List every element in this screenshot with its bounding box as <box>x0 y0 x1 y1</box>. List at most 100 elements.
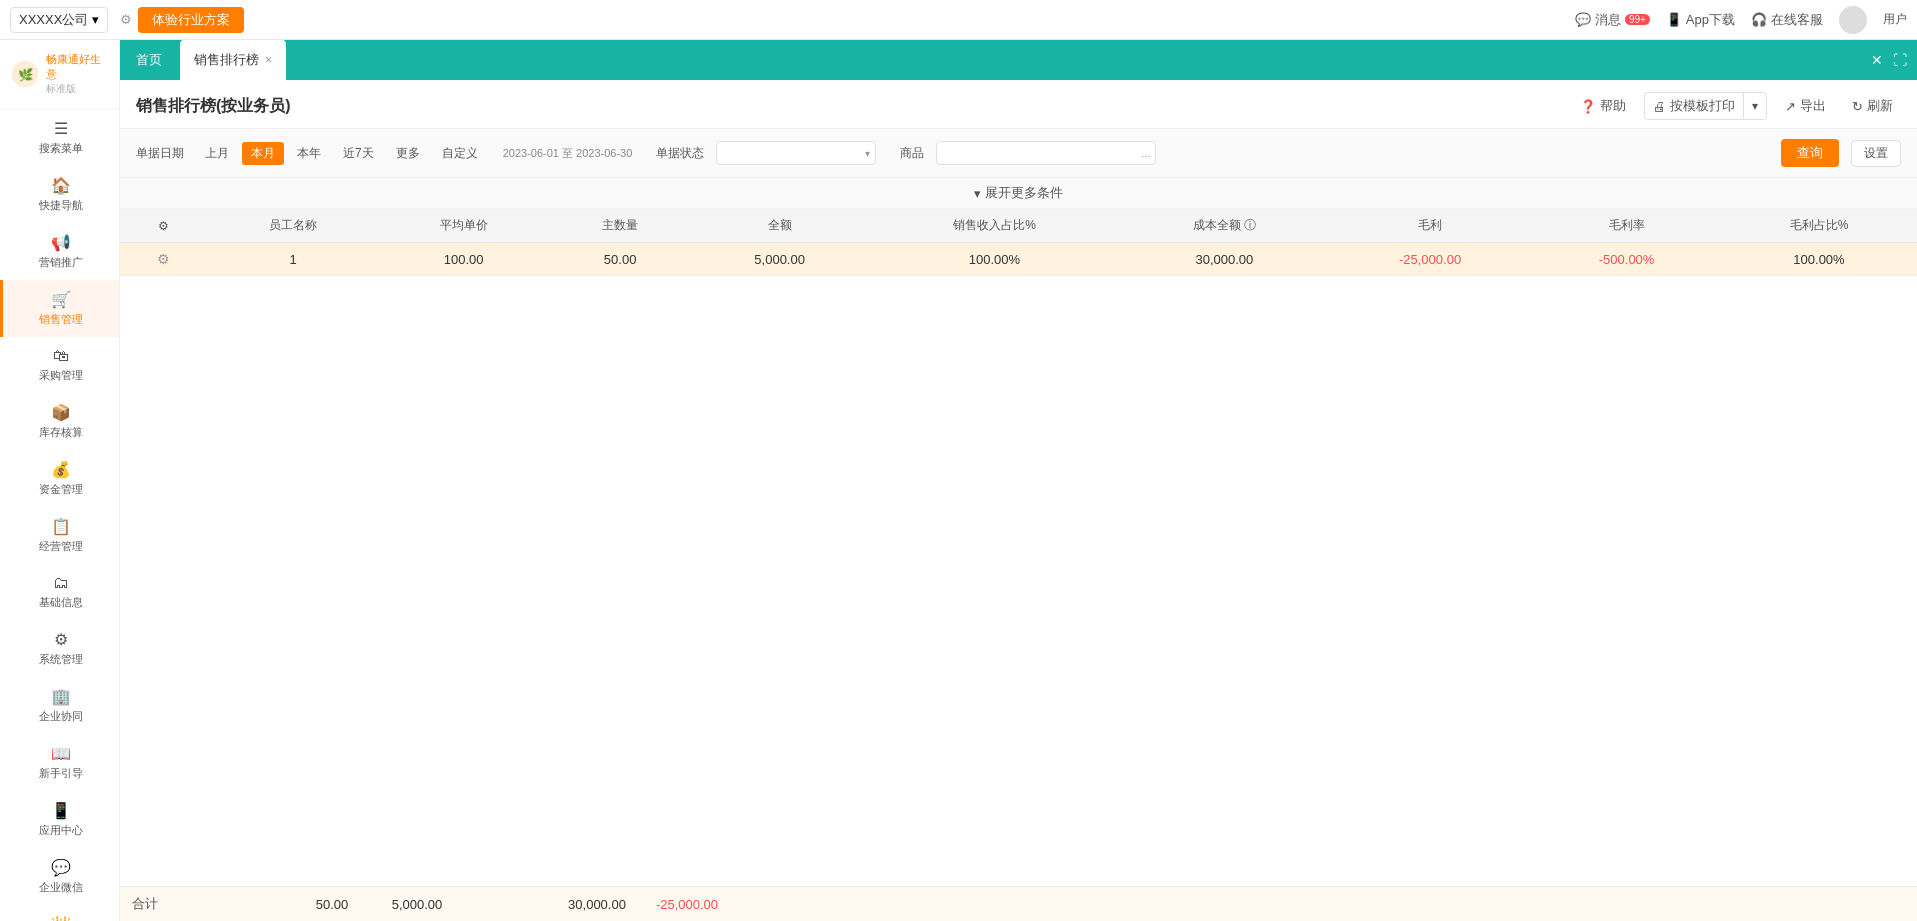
data-table: ⚙员工名称平均单价主数量全额销售收入占比%成本全额 ⓘ毛利毛利率毛利占比% ⚙1… <box>120 209 1917 276</box>
company-name: XXXXX公司 <box>19 11 88 29</box>
chevron-down-icon: ▾ <box>974 186 981 201</box>
cell-avg_price: 100.00 <box>378 243 549 276</box>
footer-qty: 50.00 <box>292 897 372 912</box>
sidebar-item-marketing[interactable]: 📢 营销推广 <box>0 223 119 280</box>
print-button[interactable]: 🖨 按模板打印 <box>1645 93 1744 119</box>
sidebar-item-inventory[interactable]: 📦 库存核算 <box>0 393 119 450</box>
finance-label: 资金管理 <box>39 482 83 497</box>
sidebar-item-app-center[interactable]: 📱 应用中心 <box>0 791 119 848</box>
col-gross_pct: 毛利占比% <box>1721 209 1917 243</box>
app-icon: 📱 <box>1666 12 1682 27</box>
col-name: 员工名称 <box>208 209 379 243</box>
help-button[interactable]: ❓ 帮助 <box>1572 93 1634 119</box>
settings-icon[interactable]: ⚙ <box>120 12 132 27</box>
cell-sales_pct: 100.00% <box>868 243 1121 276</box>
marketing-label: 营销推广 <box>39 255 83 270</box>
search-order-icon: ☰ <box>54 119 68 138</box>
expand-button[interactable]: ▾ 展开更多条件 <box>974 184 1063 202</box>
app-download-label: App下载 <box>1686 11 1735 29</box>
trial-button[interactable]: 体验行业方案 <box>138 7 244 33</box>
sidebar-item-sales[interactable]: 🛒 销售管理 <box>0 280 119 337</box>
sidebar-item-search-order[interactable]: ☰ 搜索菜单 <box>0 109 119 166</box>
date-tabs: 上月本月本年近7天更多自定义 <box>196 142 487 165</box>
purchase-label: 采购管理 <box>39 368 83 383</box>
refresh-button[interactable]: ↻ 刷新 <box>1844 93 1901 119</box>
export-button[interactable]: ↗ 导出 <box>1777 93 1834 119</box>
guide-icon: 📖 <box>51 744 71 763</box>
sidebar-item-finance[interactable]: 💰 资金管理 <box>0 450 119 507</box>
query-button[interactable]: 查询 <box>1781 139 1839 167</box>
cell-cost: 30,000.00 <box>1121 243 1328 276</box>
search-order-label: 搜索菜单 <box>39 141 83 156</box>
quick-nav-icon: 🏠 <box>51 176 71 195</box>
goods-input[interactable] <box>936 141 1156 165</box>
quick-nav-label: 快捷导航 <box>39 198 83 213</box>
main-layout: 🌿 畅康通好生意 标准版 ☰ 搜索菜单 🏠 快捷导航 📢 营销推广 🛒 销售管理… <box>0 40 1917 921</box>
app-download-item[interactable]: 📱 App下载 <box>1666 11 1735 29</box>
help-icon: ❓ <box>1580 99 1596 114</box>
goods-filter-label: 商品 <box>900 145 924 162</box>
col-cost: 成本全额 ⓘ <box>1121 209 1328 243</box>
sidebar-item-base-info[interactable]: 🗂 基础信息 <box>0 564 119 620</box>
page-actions: ❓ 帮助 🖨 按模板打印 ▾ ↗ 导出 <box>1572 92 1901 120</box>
sidebar-item-guide[interactable]: 📖 新手引导 <box>0 734 119 791</box>
sidebar-items-container: ☰ 搜索菜单 🏠 快捷导航 📢 营销推广 🛒 销售管理 🛍 采购管理 📦 库存核… <box>0 109 119 921</box>
sales-icon: 🛒 <box>51 290 71 309</box>
chevron-down-icon: ▾ <box>92 12 99 27</box>
sidebar-item-system[interactable]: ⚙ 系统管理 <box>0 620 119 677</box>
cell-name: 1 <box>208 243 379 276</box>
base-info-icon: 🗂 <box>53 574 69 592</box>
app-center-label: 应用中心 <box>39 823 83 838</box>
footer-sales-pct <box>462 897 552 912</box>
company-selector[interactable]: XXXXX公司 ▾ <box>10 7 108 33</box>
window-close-icon[interactable]: ✕ <box>1871 52 1883 68</box>
tab-home[interactable]: 首页 <box>120 40 178 80</box>
print-dropdown-button[interactable]: ▾ <box>1744 93 1766 119</box>
online-service-item[interactable]: 🎧 在线客服 <box>1751 11 1823 29</box>
user-name: 用户 <box>1883 11 1907 28</box>
system-label: 系统管理 <box>39 652 83 667</box>
date-tab-更多[interactable]: 更多 <box>387 142 429 165</box>
tab-sales-ranking[interactable]: 销售排行榜 × <box>180 40 286 80</box>
logo-text: 畅康通好生意 标准版 <box>46 52 109 96</box>
date-tab-本年[interactable]: 本年 <box>288 142 330 165</box>
status-select[interactable] <box>716 141 876 165</box>
marketing-icon: 📢 <box>51 233 71 252</box>
col-gross_rate: 毛利率 <box>1532 209 1721 243</box>
refresh-icon: ↻ <box>1852 99 1863 114</box>
app-center-icon: 📱 <box>51 801 71 820</box>
cell-gross_pct: 100.00% <box>1721 243 1917 276</box>
sidebar-item-quick-nav[interactable]: 🏠 快捷导航 <box>0 166 119 223</box>
page-content: 销售排行榜(按业务员) ❓ 帮助 🖨 按模板打印 ▾ <box>120 80 1917 921</box>
window-expand-icon[interactable]: ⛶ <box>1893 52 1907 68</box>
sidebar-item-purchase[interactable]: 🛍 采购管理 <box>0 337 119 393</box>
sidebar-item-enterprise[interactable]: 🏢 企业协同 <box>0 677 119 734</box>
table-row: ⚙1100.0050.005,000.00100.00%30,000.00-25… <box>120 243 1917 276</box>
svg-text:🌿: 🌿 <box>18 67 34 83</box>
sidebar-logo: 🌿 畅康通好生意 标准版 <box>0 40 119 109</box>
message-item[interactable]: 💬 消息 99+ <box>1575 11 1650 29</box>
sidebar-item-member[interactable]: 👑 畅会员 <box>0 905 119 921</box>
date-tab-上月[interactable]: 上月 <box>196 142 238 165</box>
footer-avg-price <box>212 897 292 912</box>
date-tab-本月[interactable]: 本月 <box>242 142 284 165</box>
col-qty: 主数量 <box>549 209 691 243</box>
tab-close-icon[interactable]: × <box>265 53 272 67</box>
table-header-row: ⚙员工名称平均单价主数量全额销售收入占比%成本全额 ⓘ毛利毛利率毛利占比% <box>120 209 1917 243</box>
cell-amount: 5,000.00 <box>691 243 868 276</box>
message-icon: 💬 <box>1575 12 1591 27</box>
date-tab-自定义[interactable]: 自定义 <box>433 142 487 165</box>
avatar[interactable] <box>1839 6 1867 34</box>
page-header: 销售排行榜(按业务员) ❓ 帮助 🖨 按模板打印 ▾ <box>120 80 1917 129</box>
enterprise-icon: 🏢 <box>51 687 71 706</box>
settings-small-button[interactable]: 设置 <box>1851 140 1901 167</box>
footer-amount: 5,000.00 <box>372 897 462 912</box>
sidebar-item-operations[interactable]: 📋 经营管理 <box>0 507 119 564</box>
date-tab-近7天[interactable]: 近7天 <box>334 142 383 165</box>
col-settings: ⚙ <box>120 209 208 243</box>
cell-gross_rate: -500.00% <box>1532 243 1721 276</box>
sidebar-item-wechat[interactable]: 💬 企业微信 <box>0 848 119 905</box>
operations-icon: 📋 <box>51 517 71 536</box>
system-icon: ⚙ <box>54 630 68 649</box>
wechat-label: 企业微信 <box>39 880 83 895</box>
